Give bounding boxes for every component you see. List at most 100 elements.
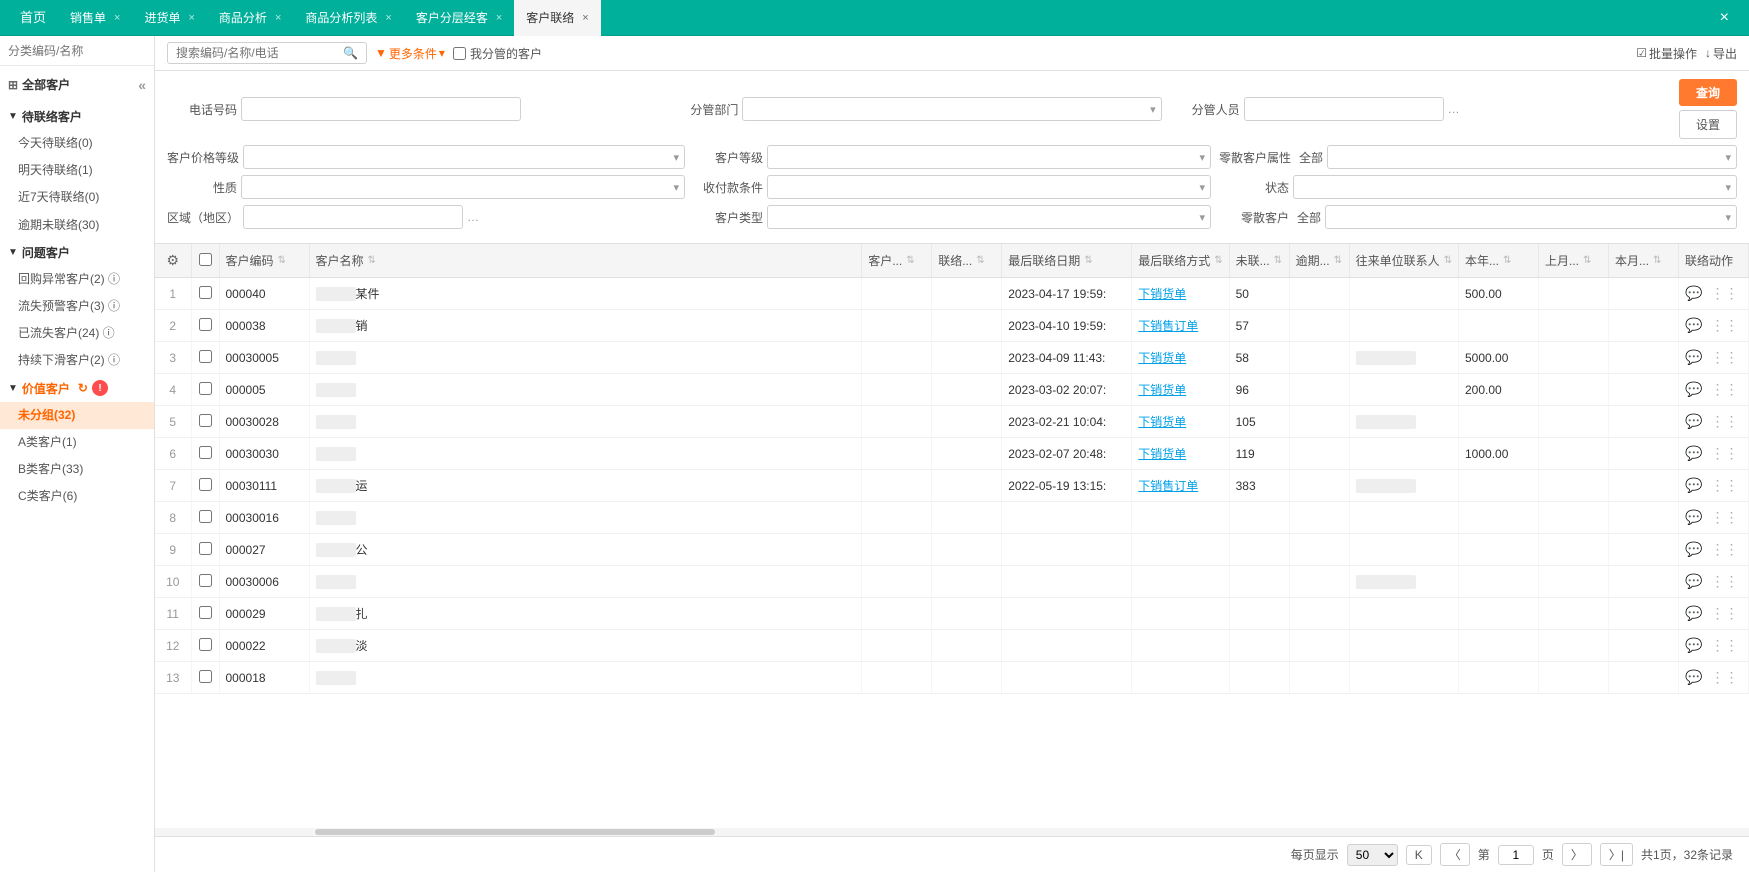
nav-item-customer-contact[interactable]: 客户联络 × <box>514 0 600 36</box>
sidebar-item-overdue[interactable]: 逾期未联络(30) <box>0 212 154 239</box>
action-menu-icon[interactable]: ⋮⋮ <box>1710 349 1738 366</box>
action-message-icon[interactable]: 💬 <box>1685 509 1702 526</box>
sidebar-item-declining[interactable]: 持续下滑客户(2) ⓘ <box>0 347 154 374</box>
action-menu-icon[interactable]: ⋮⋮ <box>1710 477 1738 494</box>
row-checkbox-cell[interactable] <box>191 598 219 630</box>
sidebar-item-class-b[interactable]: B类客户(33) <box>0 456 154 483</box>
row-checkbox[interactable] <box>199 638 212 651</box>
row-checkbox[interactable] <box>199 446 212 459</box>
row-checkbox-cell[interactable] <box>191 278 219 310</box>
customer-type-select[interactable] <box>767 205 1211 229</box>
region-input[interactable] <box>243 205 463 229</box>
page-size-select[interactable]: 50 100 <box>1347 844 1398 866</box>
sidebar-item-class-a[interactable]: A类客户(1) <box>0 429 154 456</box>
sort-partner-icon[interactable]: ⇅ <box>1444 255 1452 266</box>
nav-item-home[interactable]: 首页 <box>8 0 58 36</box>
sort-code-icon[interactable]: ⇅ <box>278 255 286 266</box>
row-checkbox[interactable] <box>199 414 212 427</box>
row-checkbox-cell[interactable] <box>191 662 219 694</box>
sort-thisyear-icon[interactable]: ⇅ <box>1503 255 1511 266</box>
sidebar-group-pending[interactable]: ▼ 待联络客户 <box>0 103 154 130</box>
nav-item-customer-segment[interactable]: 客户分层经客 × <box>404 0 514 36</box>
close-purchase-tab[interactable]: × <box>188 0 194 36</box>
row-checkbox-cell[interactable] <box>191 374 219 406</box>
action-message-icon[interactable]: 💬 <box>1685 413 1702 430</box>
row-checkbox[interactable] <box>199 286 212 299</box>
row-checkbox[interactable] <box>199 318 212 331</box>
action-message-icon[interactable]: 💬 <box>1685 669 1702 686</box>
batch-operation-btn[interactable]: ☑ 批量操作 <box>1636 45 1697 62</box>
sort-type-icon[interactable]: ⇅ <box>906 255 914 266</box>
sort-lastdate-icon[interactable]: ⇅ <box>1084 255 1092 266</box>
my-customers-filter[interactable]: 我分管的客户 <box>453 45 542 62</box>
row-checkbox-cell[interactable] <box>191 534 219 566</box>
sidebar-item-churn-risk[interactable]: 流失预警客户(3) ⓘ <box>0 293 154 320</box>
action-message-icon[interactable]: 💬 <box>1685 381 1702 398</box>
sort-contact-icon[interactable]: ⇅ <box>976 255 984 266</box>
prev-page-btn[interactable]: 〈 <box>1440 843 1470 866</box>
action-message-icon[interactable]: 💬 <box>1685 541 1702 558</box>
filter-search-input[interactable] <box>176 46 339 60</box>
row-checkbox[interactable] <box>199 670 212 683</box>
search-button[interactable]: 查询 <box>1679 79 1737 106</box>
sidebar-group-value[interactable]: ▼ 价值客户 ↻ ! <box>0 375 154 402</box>
nav-item-purchase[interactable]: 进货单 × <box>132 0 206 36</box>
action-message-icon[interactable]: 💬 <box>1685 285 1702 302</box>
retail-attr-select[interactable] <box>1327 145 1737 169</box>
status-select[interactable] <box>1293 175 1737 199</box>
sort-thismonth-icon[interactable]: ⇅ <box>1653 255 1661 266</box>
action-message-icon[interactable]: 💬 <box>1685 637 1702 654</box>
action-menu-icon[interactable]: ⋮⋮ <box>1710 445 1738 462</box>
row-checkbox-cell[interactable] <box>191 310 219 342</box>
last-way-link[interactable]: 下销货单 <box>1138 447 1186 461</box>
th-gear[interactable]: ⚙ <box>155 244 191 278</box>
export-btn[interactable]: ↓ 导出 <box>1705 45 1737 62</box>
sidebar-item-tomorrow[interactable]: 明天待联络(1) <box>0 157 154 184</box>
close-sales-tab[interactable]: × <box>114 0 120 36</box>
sidebar-item-ungroup[interactable]: 未分组(32) <box>0 402 154 429</box>
action-menu-icon[interactable]: ⋮⋮ <box>1710 637 1738 654</box>
last-way-link[interactable]: 下销货单 <box>1138 351 1186 365</box>
row-checkbox[interactable] <box>199 350 212 363</box>
next-page-btn[interactable]: 〉 <box>1562 843 1592 866</box>
phone-input[interactable] <box>241 97 521 121</box>
row-checkbox-cell[interactable] <box>191 470 219 502</box>
last-way-link[interactable]: 下销货单 <box>1138 287 1186 301</box>
sidebar-item-today[interactable]: 今天待联络(0) <box>0 130 154 157</box>
action-menu-icon[interactable]: ⋮⋮ <box>1710 605 1738 622</box>
last-way-link[interactable]: 下销货单 <box>1138 383 1186 397</box>
action-message-icon[interactable]: 💬 <box>1685 317 1702 334</box>
gear-icon[interactable]: ⚙ <box>166 252 179 268</box>
row-checkbox-cell[interactable] <box>191 406 219 438</box>
scrollbar-thumb[interactable] <box>315 829 715 835</box>
action-menu-icon[interactable]: ⋮⋮ <box>1710 541 1738 558</box>
window-close-button[interactable]: × <box>1708 9 1741 27</box>
level-select[interactable] <box>767 145 1211 169</box>
reset-button[interactable]: 设置 <box>1679 110 1737 139</box>
region-more-icon[interactable]: … <box>467 210 479 224</box>
sidebar-search-input[interactable] <box>8 44 155 58</box>
nav-item-product-analysis-list[interactable]: 商品分析列表 × <box>293 0 403 36</box>
last-way-link[interactable]: 下销货单 <box>1138 415 1186 429</box>
filter-search-icon[interactable]: 🔍 <box>343 46 358 60</box>
sidebar-item-abnormal[interactable]: 回购异常客户(2) ⓘ <box>0 266 154 293</box>
last-way-link[interactable]: 下销售订单 <box>1138 319 1198 333</box>
action-message-icon[interactable]: 💬 <box>1685 477 1702 494</box>
row-checkbox-cell[interactable] <box>191 566 219 598</box>
row-checkbox-cell[interactable] <box>191 630 219 662</box>
last-page-btn[interactable]: 〉| <box>1600 843 1633 866</box>
refresh-icon[interactable]: ↻ <box>78 381 88 395</box>
select-all-checkbox[interactable] <box>199 253 212 266</box>
row-checkbox[interactable] <box>199 574 212 587</box>
row-checkbox[interactable] <box>199 606 212 619</box>
action-menu-icon[interactable]: ⋮⋮ <box>1710 381 1738 398</box>
first-page-btn[interactable]: K <box>1406 845 1432 865</box>
row-checkbox-cell[interactable] <box>191 438 219 470</box>
close-customer-contact-tab[interactable]: × <box>582 0 588 36</box>
close-product-list-tab[interactable]: × <box>385 0 391 36</box>
action-menu-icon[interactable]: ⋮⋮ <box>1710 317 1738 334</box>
row-checkbox[interactable] <box>199 510 212 523</box>
nature-select[interactable] <box>241 175 685 199</box>
row-checkbox[interactable] <box>199 478 212 491</box>
my-customers-checkbox[interactable] <box>453 47 466 60</box>
